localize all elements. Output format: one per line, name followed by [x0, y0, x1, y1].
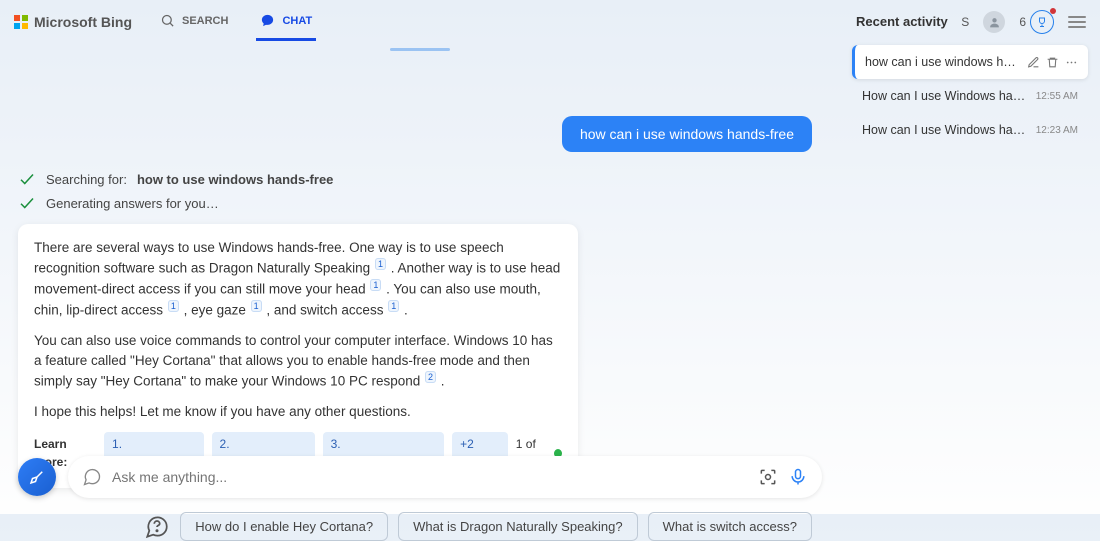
recent-item[interactable]: how can i use windows hands-free	[852, 45, 1088, 79]
recent-item-time: 12:55 AM	[1036, 91, 1078, 102]
citation-link[interactable]: 1	[375, 258, 386, 270]
recent-item-label: How can I use Windows hands-free	[862, 123, 1030, 137]
header-tabs: SEARCH CHAT	[156, 3, 316, 41]
edit-icon[interactable]	[1027, 56, 1040, 69]
citation-link[interactable]: 2	[425, 371, 436, 383]
tab-chat-label: CHAT	[282, 15, 312, 27]
status-searching-query: how to use windows hands-free	[137, 172, 333, 187]
microphone-icon[interactable]	[788, 467, 808, 487]
tab-chat[interactable]: CHAT	[256, 3, 316, 41]
suggestion-chip[interactable]: What is switch access?	[648, 512, 812, 541]
new-topic-button[interactable]	[18, 458, 56, 496]
status-generating-text: Generating answers for you…	[46, 196, 219, 211]
suggestion-chip[interactable]: What is Dragon Naturally Speaking?	[398, 512, 638, 541]
recent-item-label: how can i use windows hands-free	[865, 55, 1021, 69]
answer-paragraph-1: There are several ways to use Windows ha…	[34, 238, 562, 321]
chat-input-icon	[82, 467, 102, 487]
composer-input[interactable]	[112, 469, 748, 485]
status-generating: Generating answers for you…	[18, 194, 822, 212]
check-icon	[18, 170, 36, 188]
chat-icon	[260, 13, 275, 28]
check-icon	[18, 194, 36, 212]
user-message-row: how can i use windows hands-free	[18, 116, 812, 152]
composer	[68, 456, 822, 498]
recent-activity-title: Recent activity	[856, 14, 1088, 29]
answer-paragraph-3: I hope this helps! Let me know if you ha…	[34, 402, 562, 422]
status-searching: Searching for: how to use windows hands-…	[18, 170, 822, 188]
search-icon	[160, 13, 175, 28]
question-icon	[144, 514, 170, 540]
trash-icon[interactable]	[1046, 56, 1059, 69]
more-icon[interactable]	[1065, 56, 1078, 69]
visual-search-icon[interactable]	[758, 467, 778, 487]
suggestion-chip[interactable]: How do I enable Hey Cortana?	[180, 512, 388, 541]
broom-icon	[28, 468, 46, 486]
answer-card: There are several ways to use Windows ha…	[18, 224, 578, 488]
recent-activity-panel: Recent activity how can i use windows ha…	[840, 0, 1100, 514]
chat-area: how can i use windows hands-free Searchi…	[0, 44, 840, 514]
citation-link[interactable]: 1	[168, 300, 179, 312]
suggestions-row: How do I enable Hey Cortana? What is Dra…	[18, 512, 812, 541]
brand-logo[interactable]: Microsoft Bing	[14, 14, 132, 30]
recent-item[interactable]: How can I use Windows hands-free 12:55 A…	[852, 79, 1088, 113]
citation-link[interactable]: 1	[251, 300, 262, 312]
recent-item[interactable]: How can I use Windows hands-free 12:23 A…	[852, 113, 1088, 147]
recent-item-label: How can I use Windows hands-free	[862, 89, 1030, 103]
microsoft-logo-icon	[14, 15, 28, 29]
answer-paragraph-2: You can also use voice commands to contr…	[34, 331, 562, 392]
tab-search-label: SEARCH	[182, 15, 228, 27]
top-indicator	[390, 48, 450, 51]
status-searching-prefix: Searching for:	[46, 172, 127, 187]
composer-row	[18, 456, 822, 498]
brand-text: Microsoft Bing	[34, 14, 132, 30]
citation-link[interactable]: 1	[388, 300, 399, 312]
citation-link[interactable]: 1	[370, 279, 381, 291]
recent-item-time: 12:23 AM	[1036, 125, 1078, 136]
user-message-bubble: how can i use windows hands-free	[562, 116, 812, 152]
tab-search[interactable]: SEARCH	[156, 3, 232, 41]
